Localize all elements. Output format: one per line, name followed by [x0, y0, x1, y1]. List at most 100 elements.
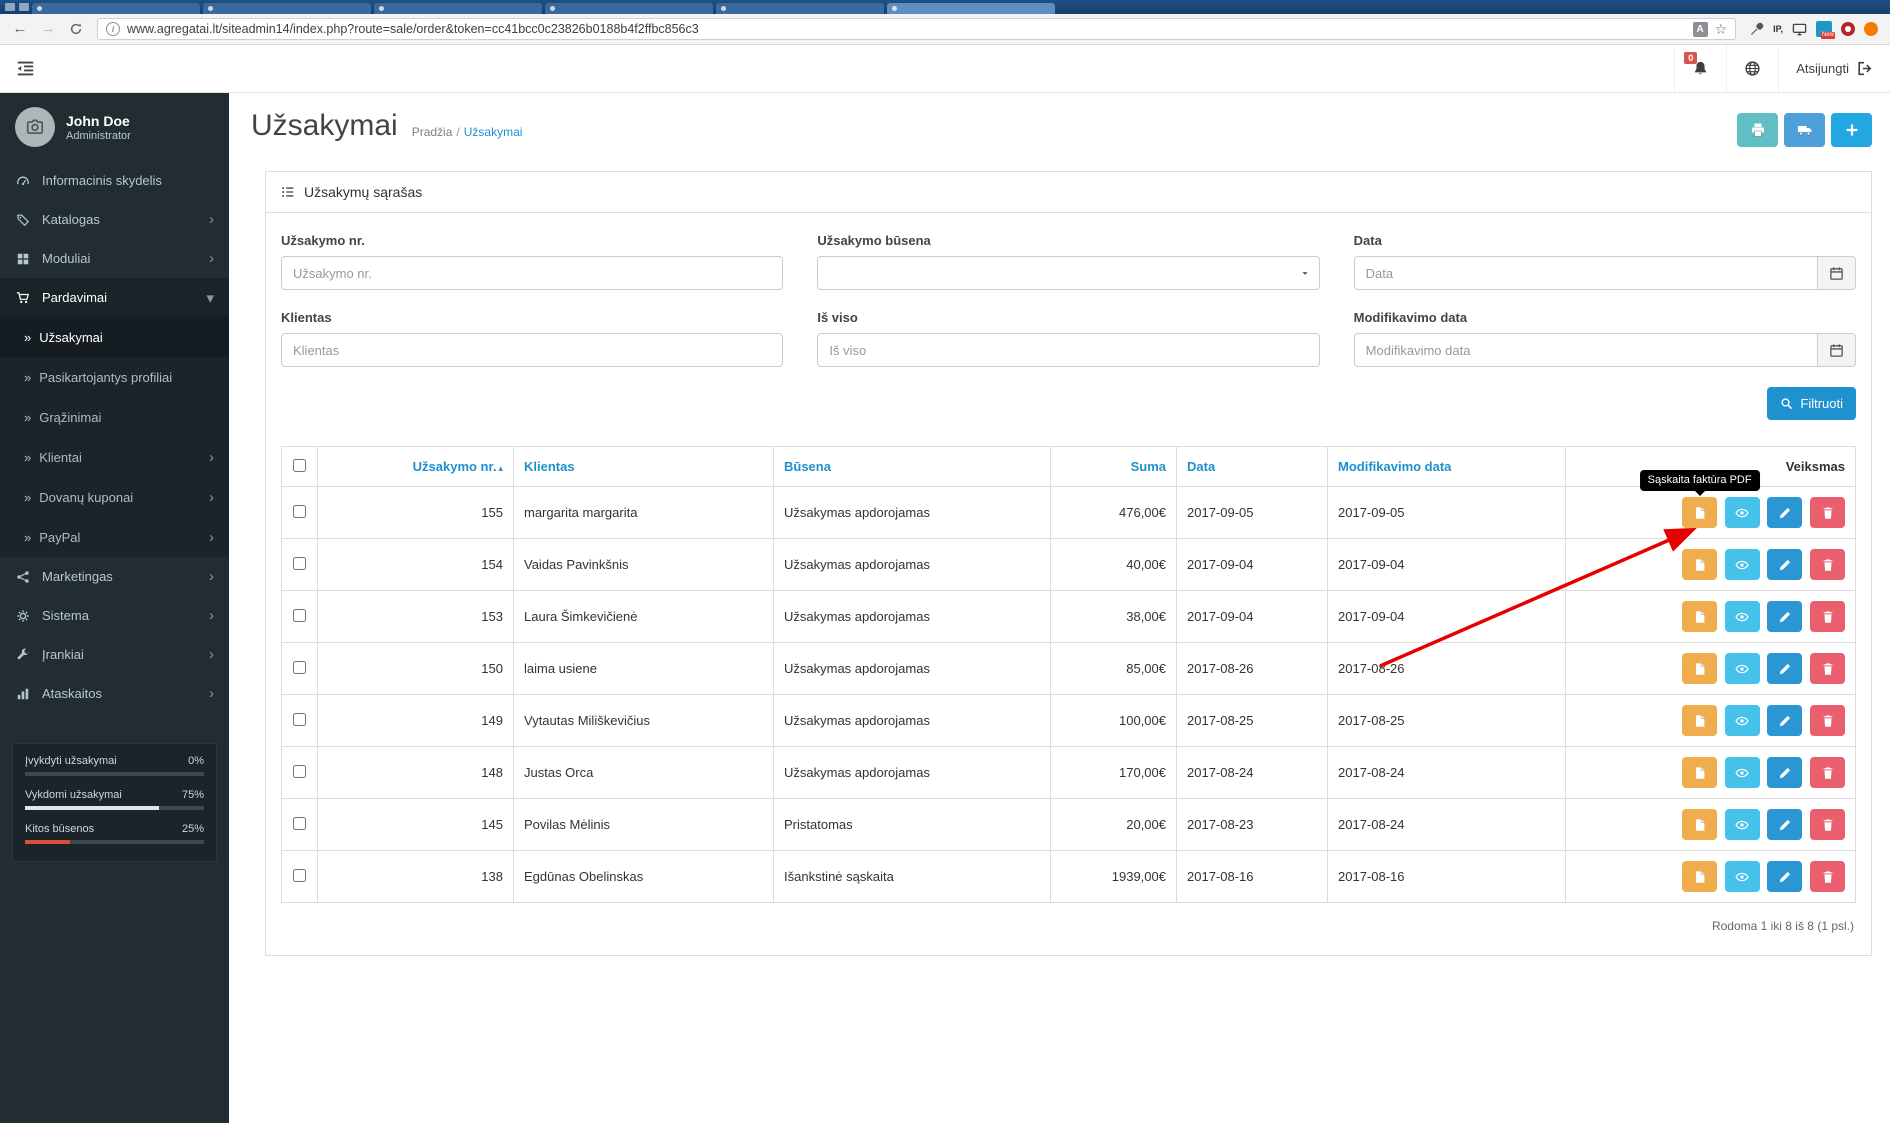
- row-checkbox[interactable]: [293, 868, 306, 882]
- row-checkbox[interactable]: [293, 556, 306, 570]
- modified-date-input[interactable]: [1353, 333, 1818, 367]
- browser-tab[interactable]: [545, 3, 713, 14]
- sort-order-nr-link[interactable]: Užsakymo nr. ▴: [413, 459, 503, 474]
- sidebar-item-marketingas[interactable]: Marketingas ›: [0, 557, 229, 596]
- invoice-pdf-button[interactable]: [1682, 601, 1718, 632]
- customer-input[interactable]: [281, 333, 784, 367]
- exit-icon: [1856, 60, 1873, 77]
- view-order-button[interactable]: [1724, 497, 1760, 528]
- sidebar-toggle-button[interactable]: [0, 45, 51, 92]
- sidebar-item-ataskaitos[interactable]: Ataskaitos ›: [0, 674, 229, 713]
- orange-extension-icon[interactable]: [1864, 22, 1878, 36]
- select-all-checkbox[interactable]: [293, 458, 306, 472]
- add-order-button[interactable]: [1831, 113, 1872, 147]
- row-checkbox[interactable]: [293, 608, 306, 622]
- order-nr-input[interactable]: [281, 256, 784, 290]
- address-bar[interactable]: i www.agregatai.lt/siteadmin14/index.php…: [97, 18, 1737, 40]
- print-shipping-button[interactable]: [1784, 113, 1825, 147]
- sort-modified-link2[interactable]: Modifikavimo data: [1338, 459, 1451, 474]
- invoice-pdf-button[interactable]: [1682, 549, 1718, 580]
- row-checkbox[interactable]: [293, 660, 306, 674]
- browser-tab[interactable]: [203, 3, 371, 14]
- translate-icon[interactable]: A: [1692, 21, 1708, 37]
- delete-order-button[interactable]: [1810, 757, 1845, 788]
- sort-date-link[interactable]: Data: [1187, 459, 1215, 474]
- browser-tab[interactable]: [716, 3, 884, 14]
- sidebar-stat: Kitos būsenos 25%: [25, 823, 204, 844]
- edit-order-button[interactable]: [1767, 757, 1803, 788]
- row-checkbox[interactable]: [293, 764, 306, 778]
- invoice-pdf-button[interactable]: [1682, 653, 1718, 684]
- invoice-pdf-button[interactable]: [1682, 809, 1718, 840]
- breadcrumb-home-link[interactable]: Pradžia: [412, 125, 453, 139]
- store-front-button[interactable]: [1726, 45, 1778, 92]
- view-order-button[interactable]: [1724, 601, 1760, 632]
- logout-button[interactable]: Atsijungti: [1778, 45, 1890, 92]
- browser-tab[interactable]: [374, 3, 542, 14]
- modified-calendar-button[interactable]: [1817, 333, 1856, 367]
- notifications-button[interactable]: 0: [1674, 45, 1726, 92]
- sidebar-item-sistema[interactable]: Sistema ›: [0, 596, 229, 635]
- order-status-select[interactable]: [817, 256, 1320, 290]
- sidebar-item-klientai[interactable]: » Klientai ›: [0, 437, 229, 477]
- delete-order-button[interactable]: [1810, 653, 1845, 684]
- date-input[interactable]: [1353, 256, 1818, 290]
- sort-total-link[interactable]: Suma: [1131, 459, 1166, 474]
- breadcrumb-current-link[interactable]: Užsakymai: [464, 125, 523, 139]
- date-calendar-button[interactable]: [1817, 256, 1856, 290]
- sidebar-item-uzsakymai[interactable]: » Užsakymai: [0, 317, 229, 357]
- delete-order-button[interactable]: [1810, 497, 1845, 528]
- forward-button[interactable]: →: [36, 17, 60, 41]
- red-circle-extension-icon[interactable]: [1841, 22, 1855, 36]
- view-order-button[interactable]: [1724, 861, 1760, 892]
- delete-order-button[interactable]: [1810, 809, 1845, 840]
- edit-order-button[interactable]: [1767, 601, 1803, 632]
- sidebar-item-grazinimai[interactable]: » Grąžinimai: [0, 397, 229, 437]
- row-checkbox[interactable]: [293, 712, 306, 726]
- delete-order-button[interactable]: [1810, 705, 1845, 736]
- sort-status-link[interactable]: Būsena: [784, 459, 831, 474]
- edit-order-button[interactable]: [1767, 653, 1803, 684]
- invoice-pdf-button[interactable]: [1682, 705, 1718, 736]
- view-order-button[interactable]: [1724, 653, 1760, 684]
- invoice-pdf-button[interactable]: [1682, 861, 1718, 892]
- back-button[interactable]: ←: [8, 17, 32, 41]
- edit-order-button[interactable]: [1767, 861, 1803, 892]
- delete-order-button[interactable]: [1810, 549, 1845, 580]
- monitor-extension-icon[interactable]: [1792, 22, 1807, 37]
- eyedropper-extension-icon[interactable]: [1749, 22, 1764, 37]
- sidebar-item-dovanu-kuponai[interactable]: » Dovanų kuponai ›: [0, 477, 229, 517]
- filter-button[interactable]: Filtruoti: [1767, 387, 1856, 420]
- sidebar-item-irankiai[interactable]: Įrankiai ›: [0, 635, 229, 674]
- new-extension-icon[interactable]: New: [1816, 21, 1835, 39]
- ip-extension-icon[interactable]: IP,: [1773, 24, 1783, 34]
- delete-order-button[interactable]: [1810, 861, 1845, 892]
- view-order-button[interactable]: [1724, 549, 1760, 580]
- edit-order-button[interactable]: [1767, 809, 1803, 840]
- total-input[interactable]: [817, 333, 1320, 367]
- sidebar-item-paypal[interactable]: » PayPal ›: [0, 517, 229, 557]
- edit-order-button[interactable]: [1767, 705, 1803, 736]
- view-order-button[interactable]: [1724, 809, 1760, 840]
- browser-tab-active[interactable]: [887, 3, 1055, 14]
- view-order-button[interactable]: [1724, 705, 1760, 736]
- invoice-pdf-button[interactable]: [1682, 497, 1718, 528]
- edit-order-button[interactable]: [1767, 549, 1803, 580]
- row-checkbox[interactable]: [293, 504, 306, 518]
- delete-order-button[interactable]: [1810, 601, 1845, 632]
- sidebar-item-pardavimai[interactable]: Pardavimai ▾: [0, 278, 229, 317]
- view-order-button[interactable]: [1724, 757, 1760, 788]
- row-checkbox[interactable]: [293, 816, 306, 830]
- edit-order-button[interactable]: [1767, 497, 1803, 528]
- invoice-pdf-button[interactable]: [1682, 757, 1718, 788]
- sidebar-item-moduliai[interactable]: Moduliai ›: [0, 239, 229, 278]
- print-invoice-button[interactable]: [1737, 113, 1778, 147]
- bookmark-star-icon[interactable]: ☆: [1715, 21, 1728, 38]
- refresh-button[interactable]: [64, 17, 88, 41]
- sidebar-item-pasikartojantys-profiliai[interactable]: » Pasikartojantys profiliai: [0, 357, 229, 397]
- sidebar-item-katalogas[interactable]: Katalogas ›: [0, 200, 229, 239]
- browser-tab[interactable]: [32, 3, 200, 14]
- sidebar-item-informacinis-skydelis[interactable]: Informacinis skydelis: [0, 161, 229, 200]
- sort-customer-link[interactable]: Klientas: [524, 459, 575, 474]
- page-info-icon[interactable]: i: [106, 22, 120, 36]
